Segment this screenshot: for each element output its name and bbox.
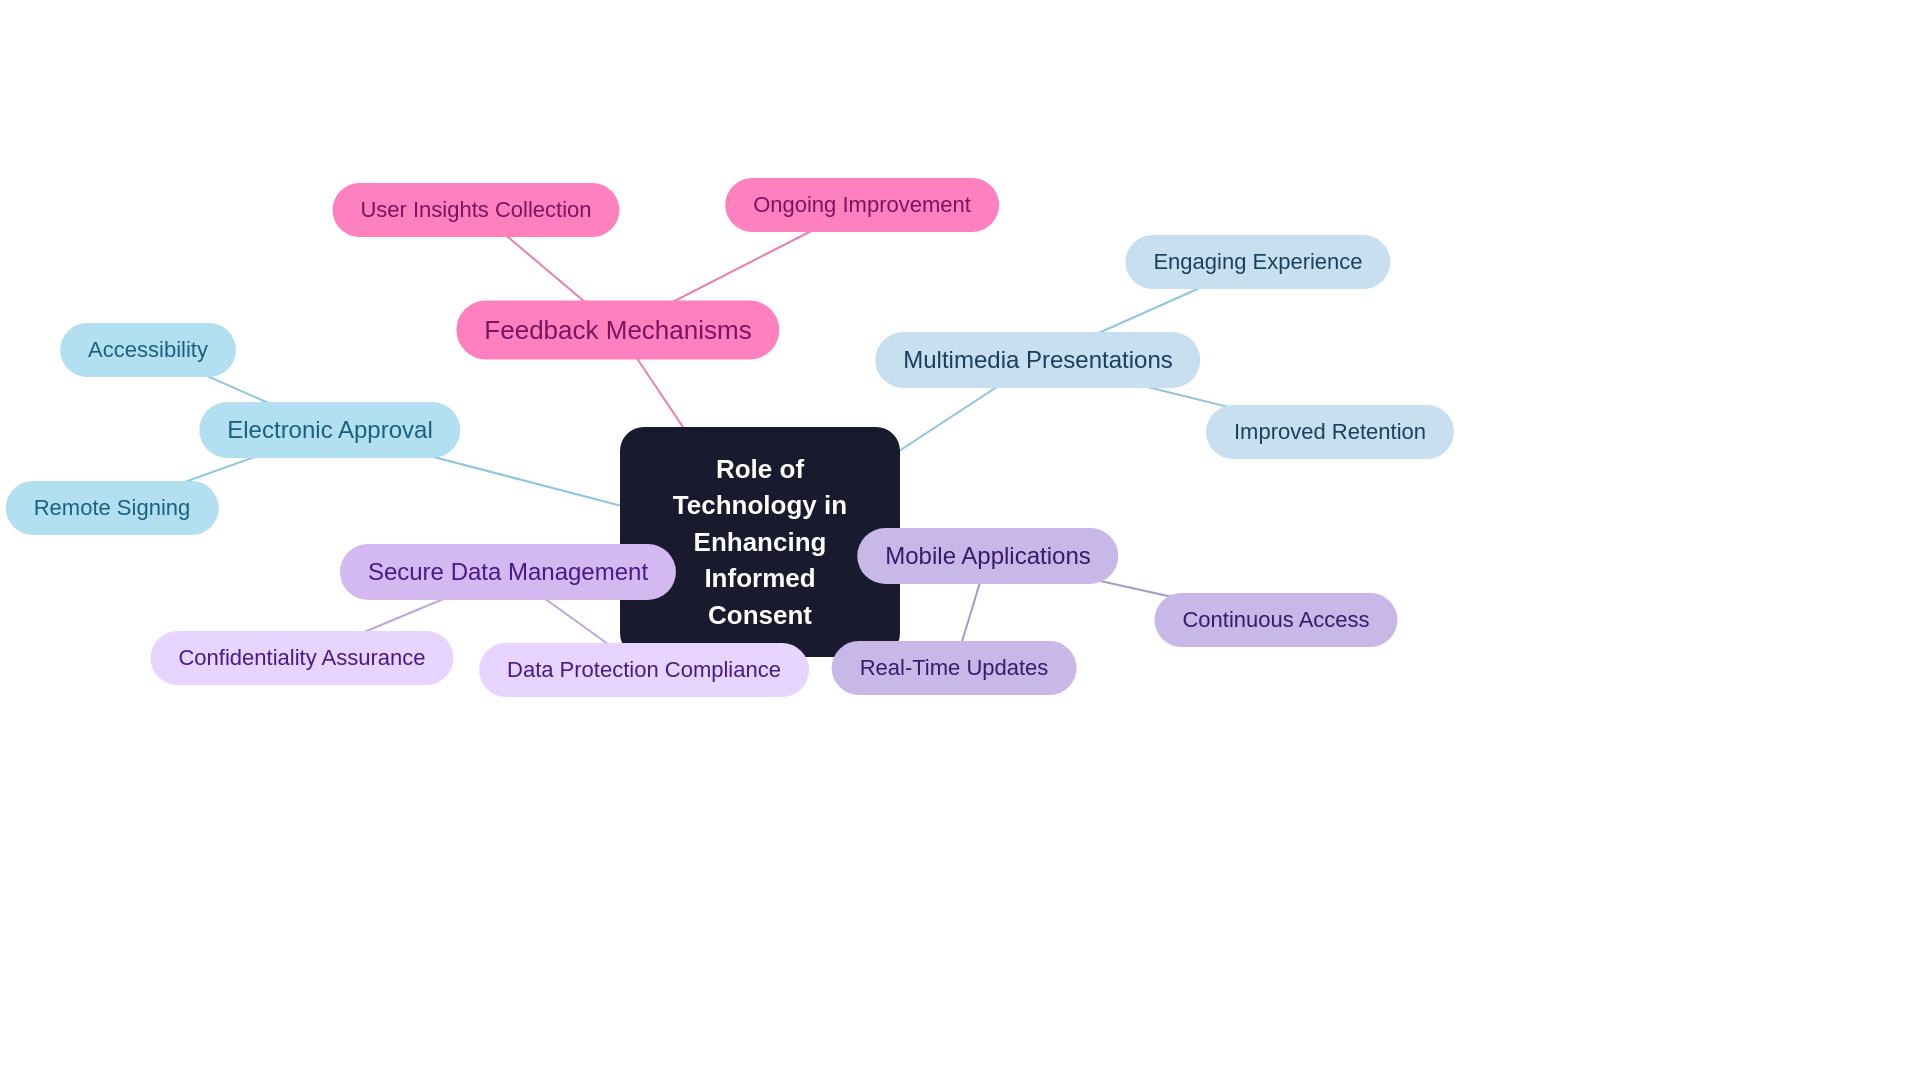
node-electronic: Electronic Approval [199, 402, 460, 458]
node-ongoing: Ongoing Improvement [725, 178, 999, 232]
node-feedback: Feedback Mechanisms [456, 301, 779, 360]
mindmap: Role of Technology in Enhancing Informed… [0, 0, 1920, 1083]
node-user-insights: User Insights Collection [332, 183, 619, 237]
center-node: Role of Technology in Enhancing Informed… [620, 427, 900, 657]
node-mobile: Mobile Applications [857, 528, 1118, 584]
node-multimedia: Multimedia Presentations [875, 332, 1200, 388]
node-remote-signing: Remote Signing [6, 481, 219, 535]
node-realtime: Real-Time Updates [832, 641, 1077, 695]
node-confidentiality: Confidentiality Assurance [150, 631, 453, 685]
node-accessibility: Accessibility [60, 323, 236, 377]
node-data-protection: Data Protection Compliance [479, 643, 809, 697]
node-improved-retention: Improved Retention [1206, 405, 1454, 459]
center-label: Role of Technology in Enhancing Informed… [652, 451, 868, 633]
node-continuous: Continuous Access [1154, 593, 1397, 647]
node-secure-data: Secure Data Management [340, 544, 676, 600]
node-engaging: Engaging Experience [1125, 235, 1390, 289]
